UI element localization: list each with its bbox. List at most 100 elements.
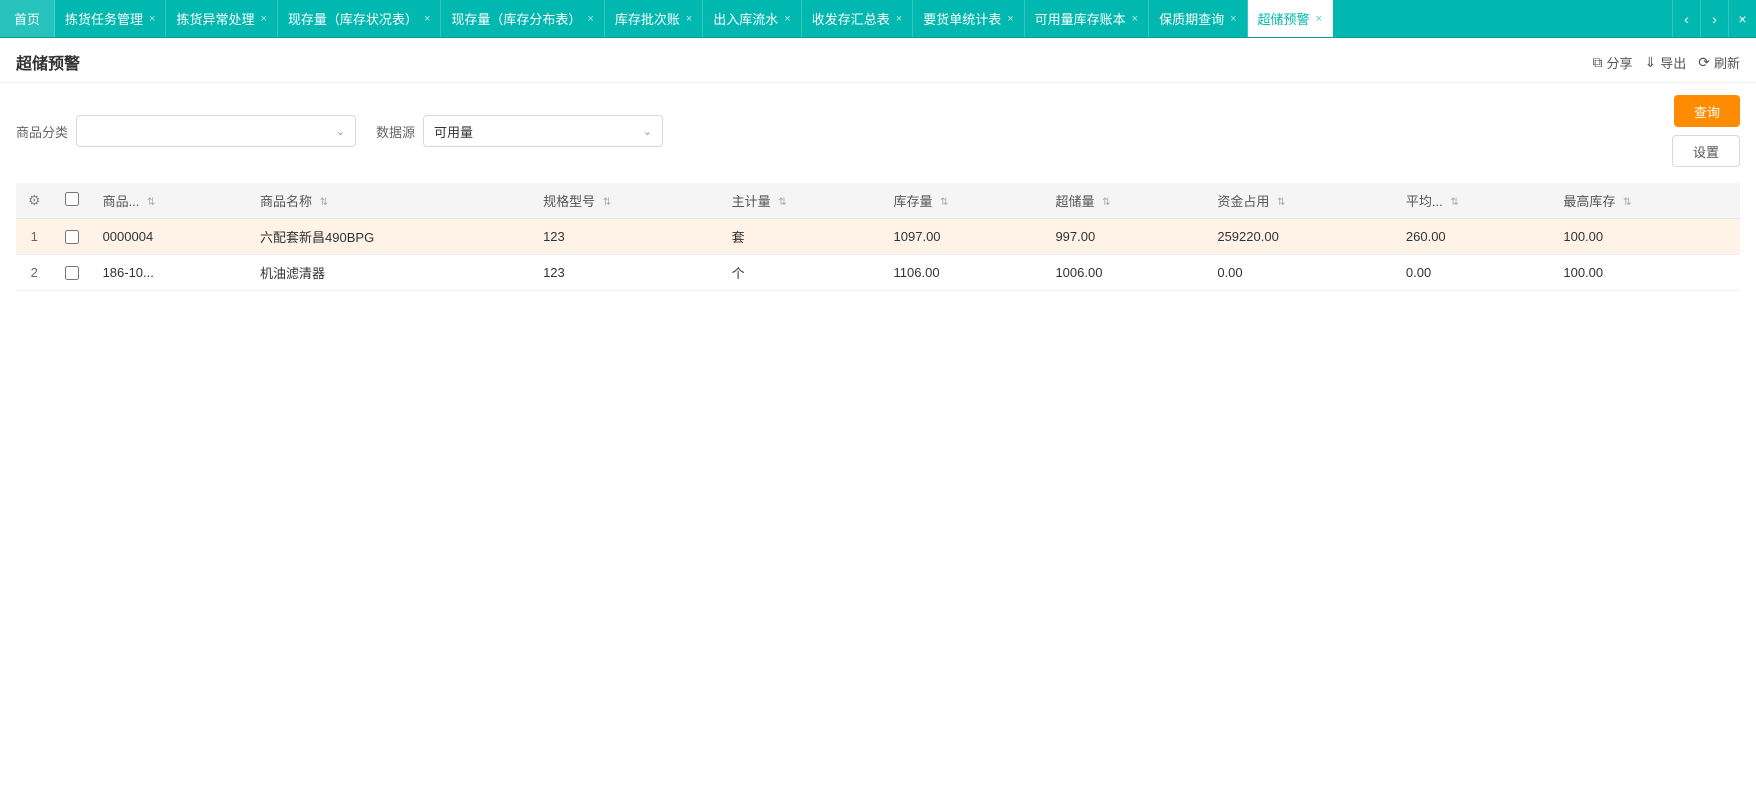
row-num-label: 2 <box>31 265 38 280</box>
th-spec[interactable]: 规格型号 ⇅ <box>531 183 720 219</box>
row-name-0: 六配套新昌490BPG <box>248 219 531 255</box>
th-over[interactable]: 超储量 ⇅ <box>1043 183 1205 219</box>
row-code-0: 0000004 <box>91 219 248 255</box>
nav-tab-1-close[interactable]: × <box>260 13 266 25</box>
nav-tab-10[interactable]: 超储预警 × <box>1248 0 1333 37</box>
nav-tab-10-label: 超储预警 <box>1258 9 1310 28</box>
refresh-button[interactable]: ⟳ 刷新 <box>1698 53 1740 72</box>
sort-code-icon: ⇅ <box>147 197 155 208</box>
th-capital-label: 资金占用 <box>1217 194 1269 209</box>
nav-tab-9-label: 保质期查询 <box>1159 9 1224 28</box>
nav-tab-7-label: 要货单统计表 <box>923 9 1001 28</box>
th-name[interactable]: 商品名称 ⇅ <box>248 183 531 219</box>
th-max[interactable]: 最高库存 ⇅ <box>1551 183 1740 219</box>
datasource-label: 数据源 <box>376 122 415 141</box>
share-label: 分享 <box>1606 53 1632 72</box>
nav-home[interactable]: 首页 <box>0 0 55 37</box>
export-button[interactable]: ⇓ 导出 <box>1645 53 1687 72</box>
settings-button[interactable]: 设置 <box>1672 135 1740 167</box>
th-stock[interactable]: 库存量 ⇅ <box>882 183 1044 219</box>
row-gear-cell: 2 <box>16 255 53 291</box>
row-unit-0: 套 <box>720 219 882 255</box>
nav-arrow-left[interactable]: ‹ <box>1672 0 1700 37</box>
nav-tab-7-close[interactable]: × <box>1007 13 1013 25</box>
share-button[interactable]: ⧉ 分享 <box>1592 53 1632 72</box>
category-chevron-icon: ⌄ <box>336 125 345 138</box>
select-all-checkbox[interactable] <box>65 192 79 206</box>
header-actions: ⧉ 分享 ⇓ 导出 ⟳ 刷新 <box>1592 53 1740 72</box>
nav-tab-1-label: 拣货异常处理 <box>176 9 254 28</box>
row-avg-1: 0.00 <box>1394 255 1551 291</box>
nav-tab-6[interactable]: 收发存汇总表 × <box>802 0 913 37</box>
nav-tab-4-close[interactable]: × <box>686 13 692 25</box>
sort-stock-icon: ⇅ <box>940 197 948 208</box>
filter-bar: 商品分类 ⌄ 数据源 可用量 ⌄ 查询 设置 <box>0 83 1756 179</box>
row-over-0: 997.00 <box>1043 219 1205 255</box>
row-name-1: 机油滤清器 <box>248 255 531 291</box>
row-stock-0: 1097.00 <box>882 219 1044 255</box>
nav-tab-10-close[interactable]: × <box>1316 13 1322 25</box>
th-unit[interactable]: 主计量 ⇅ <box>720 183 882 219</box>
nav-home-label: 首页 <box>14 9 40 28</box>
category-select[interactable]: ⌄ <box>76 115 356 147</box>
row-capital-0: 259220.00 <box>1205 219 1394 255</box>
nav-tab-8-close[interactable]: × <box>1132 13 1138 25</box>
nav-tab-5[interactable]: 出入库流水 × <box>703 0 801 37</box>
row-spec-1: 123 <box>531 255 720 291</box>
nav-arrows: ‹ › × <box>1672 0 1756 37</box>
nav-tab-8-label: 可用量库存账本 <box>1035 9 1126 28</box>
row-code-1: 186-10... <box>91 255 248 291</box>
nav-tab-4[interactable]: 库存批次账 × <box>605 0 703 37</box>
refresh-label: 刷新 <box>1714 53 1740 72</box>
row-checkbox-1[interactable] <box>65 266 79 280</box>
nav-tab-2-close[interactable]: × <box>424 13 430 25</box>
th-gear: ⚙ <box>16 183 53 219</box>
th-code-label: 商品... <box>103 194 140 209</box>
sort-over-icon: ⇅ <box>1102 197 1110 208</box>
row-spec-0: 123 <box>531 219 720 255</box>
nav-arrow-right[interactable]: › <box>1700 0 1728 37</box>
export-icon: ⇓ <box>1645 54 1657 71</box>
main-table: ⚙ 商品... ⇅ 商品名称 ⇅ 规格型号 ⇅ 主计量 <box>16 183 1740 291</box>
nav-tab-9-close[interactable]: × <box>1230 13 1236 25</box>
query-button[interactable]: 查询 <box>1674 95 1740 127</box>
nav-tab-8[interactable]: 可用量库存账本 × <box>1025 0 1149 37</box>
nav-tab-1[interactable]: 拣货异常处理 × <box>166 0 277 37</box>
nav-tab-3[interactable]: 现存量（库存分布表） × <box>441 0 604 37</box>
th-name-label: 商品名称 <box>260 194 312 209</box>
nav-tab-0-close[interactable]: × <box>149 13 155 25</box>
nav-tab-3-close[interactable]: × <box>587 13 593 25</box>
nav-tab-5-label: 出入库流水 <box>713 9 778 28</box>
datasource-select[interactable]: 可用量 ⌄ <box>423 115 663 147</box>
th-code[interactable]: 商品... ⇅ <box>91 183 248 219</box>
datasource-chevron-icon: ⌄ <box>643 125 652 138</box>
nav-tab-4-label: 库存批次账 <box>615 9 680 28</box>
table-gear-icon[interactable]: ⚙ <box>28 192 41 208</box>
row-num-cell <box>53 255 91 291</box>
nav-tab-5-close[interactable]: × <box>784 13 790 25</box>
row-checkbox-0[interactable] <box>65 230 79 244</box>
nav-tab-6-label: 收发存汇总表 <box>812 9 890 28</box>
th-capital[interactable]: 资金占用 ⇅ <box>1205 183 1394 219</box>
row-stock-1: 1106.00 <box>882 255 1044 291</box>
export-label: 导出 <box>1660 53 1686 72</box>
nav-arrow-close[interactable]: × <box>1728 0 1756 37</box>
nav-tab-0[interactable]: 拣货任务管理 × <box>55 0 166 37</box>
refresh-icon: ⟳ <box>1698 54 1710 71</box>
nav-tab-2[interactable]: 现存量（库存状况表） × <box>278 0 441 37</box>
row-over-1: 1006.00 <box>1043 255 1205 291</box>
category-filter-group: 商品分类 ⌄ <box>16 115 356 147</box>
nav-bar: 首页 拣货任务管理 × 拣货异常处理 × 现存量（库存状况表） × 现存量（库存… <box>0 0 1756 38</box>
sort-capital-icon: ⇅ <box>1277 197 1285 208</box>
nav-tab-3-label: 现存量（库存分布表） <box>451 9 581 28</box>
th-unit-label: 主计量 <box>732 194 771 209</box>
th-over-label: 超储量 <box>1055 194 1094 209</box>
nav-tab-6-close[interactable]: × <box>896 13 902 25</box>
filter-buttons: 查询 设置 <box>1672 95 1740 167</box>
th-checkbox <box>53 183 91 219</box>
nav-tab-7[interactable]: 要货单统计表 × <box>913 0 1024 37</box>
th-avg[interactable]: 平均... ⇅ <box>1394 183 1551 219</box>
category-label: 商品分类 <box>16 122 68 141</box>
nav-tab-9[interactable]: 保质期查询 × <box>1149 0 1247 37</box>
page-title: 超储预警 <box>16 50 80 74</box>
